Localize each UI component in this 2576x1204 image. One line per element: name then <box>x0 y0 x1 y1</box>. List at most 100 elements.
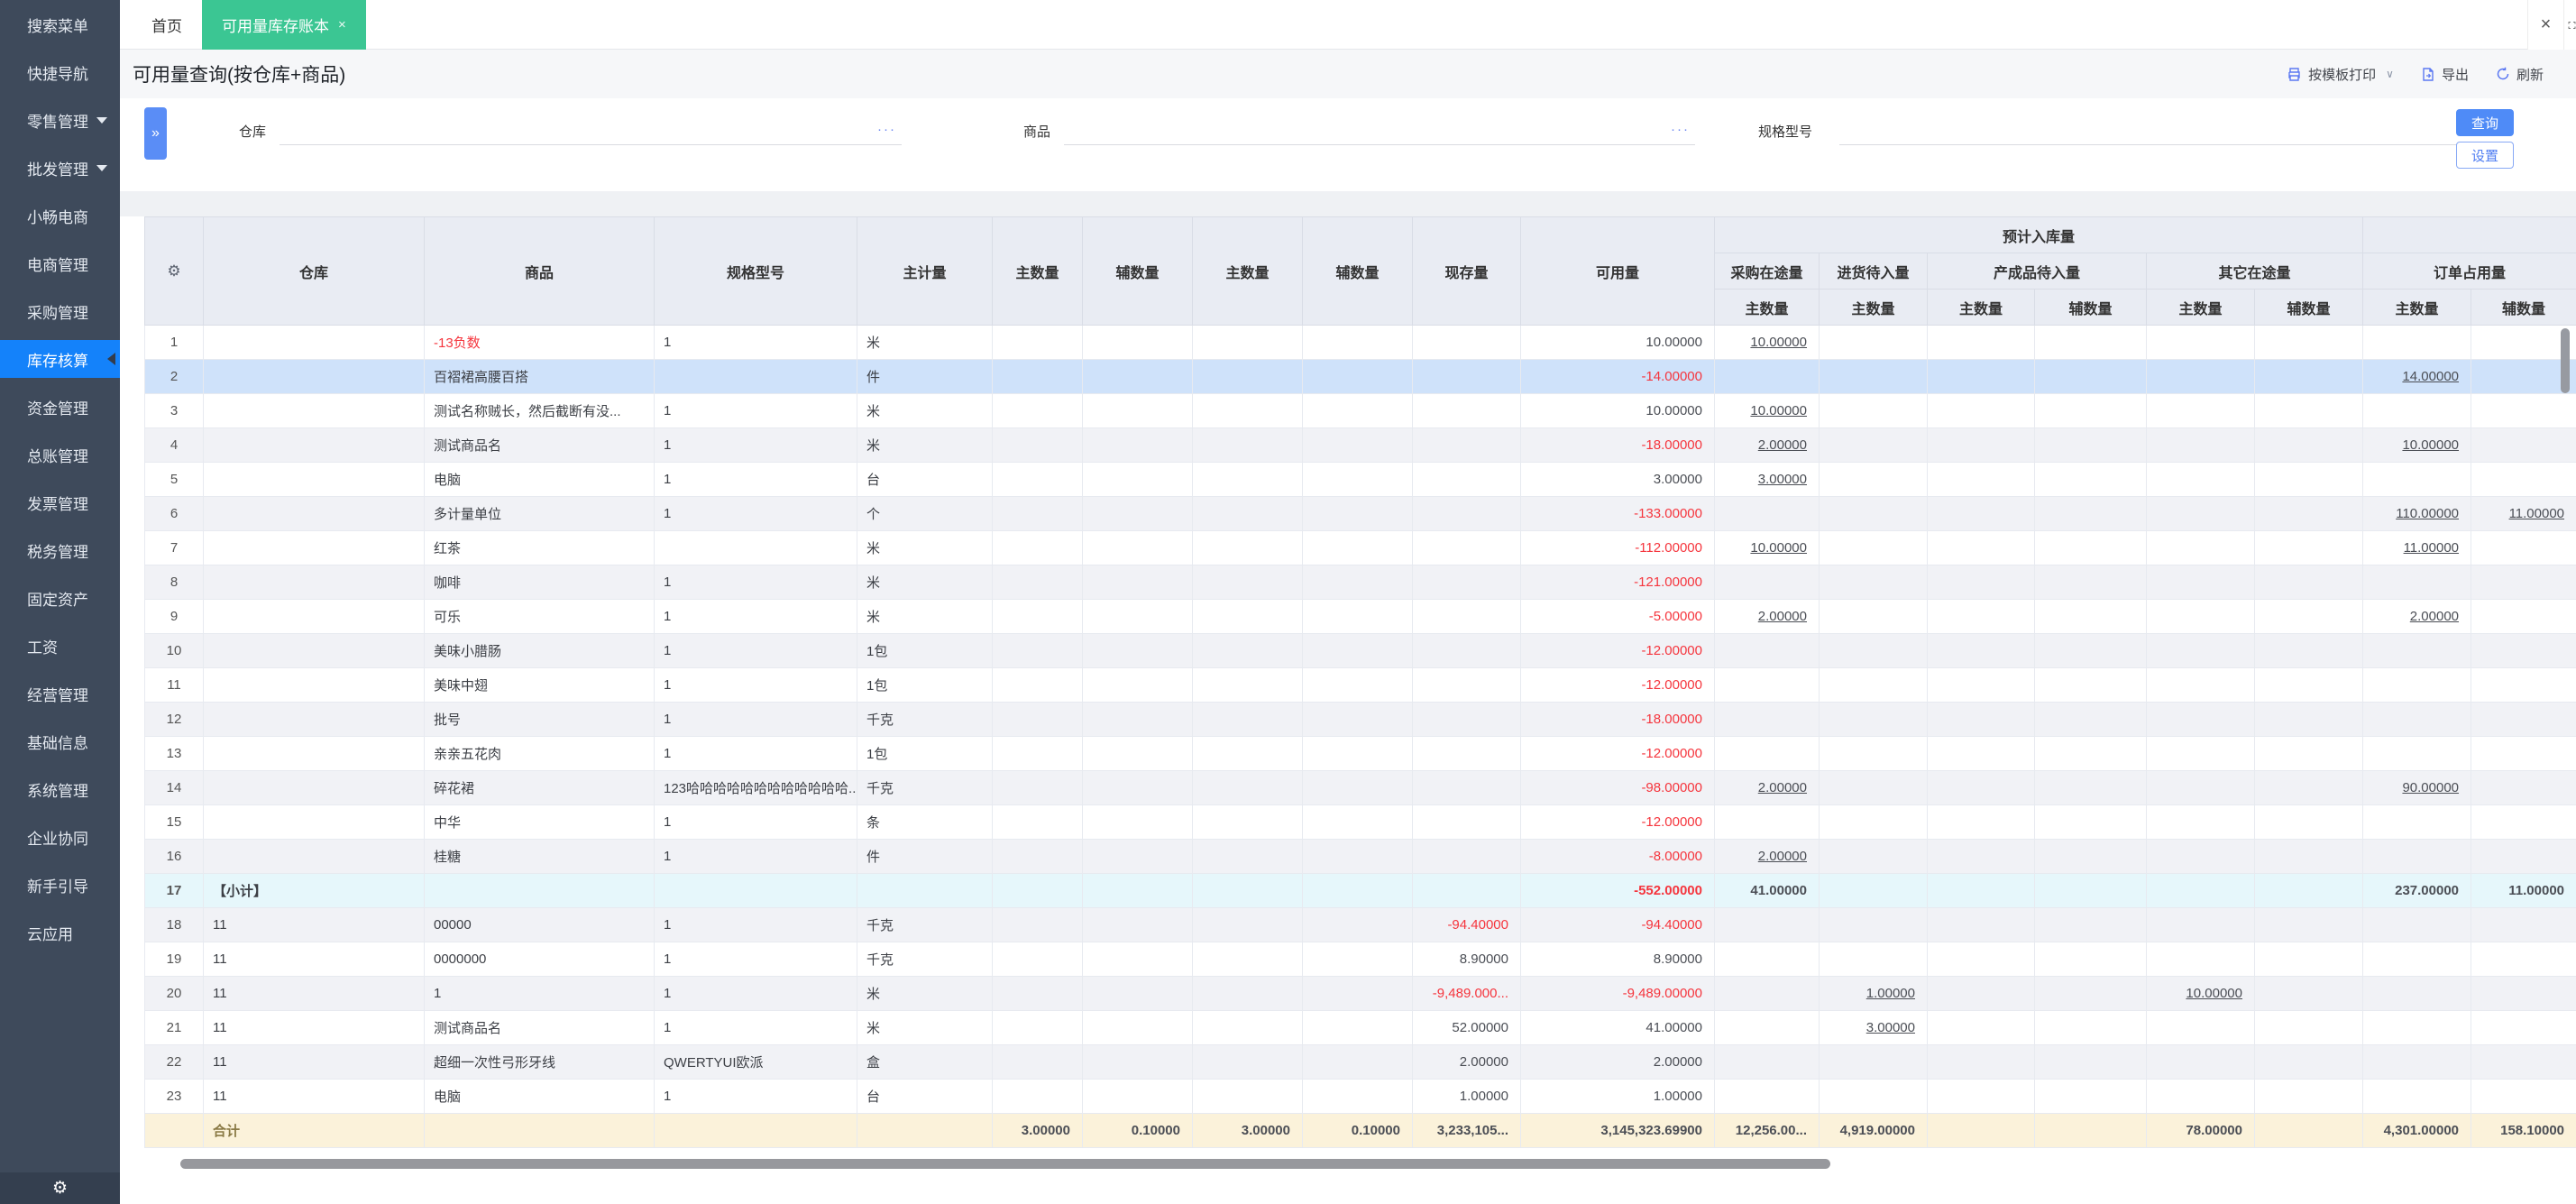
sidebar-item-资金管理[interactable]: 资金管理 <box>0 388 120 426</box>
cell-order-occupied-main-qty[interactable]: 10.00000 <box>2362 427 2472 463</box>
header-main-qty-1[interactable]: 主数量 <box>992 216 1083 326</box>
sidebar-item-税务管理[interactable]: 税务管理 <box>0 531 120 569</box>
product-filter-input[interactable]: ··· <box>1064 120 1695 145</box>
header-main-qty-2[interactable]: 主数量 <box>1192 216 1303 326</box>
table-row[interactable]: 21 11 测试商品名 1 米 52.00000 41.00000 3.00000 <box>144 1010 2576 1045</box>
product-picker-ellipsis[interactable]: ··· <box>1671 122 1690 137</box>
cell-incoming-pending-qty[interactable]: 1.00000 <box>1819 976 1928 1011</box>
tab-首页[interactable]: 首页 <box>132 0 202 50</box>
sidebar-item-工资[interactable]: 工资 <box>0 627 120 665</box>
header-incoming-pending[interactable]: 进货待入量 <box>1819 253 1928 290</box>
sidebar-item-云应用[interactable]: 云应用 <box>0 914 120 951</box>
print-by-template-button[interactable]: 按模板打印 ∨ <box>2287 65 2394 84</box>
header-other-transit-aux[interactable]: 辅数量 <box>2253 289 2364 326</box>
cell-purchase-transit-qty[interactable]: 10.00000 <box>1714 393 1820 428</box>
cell-incoming-pending-qty[interactable]: 3.00000 <box>1819 1010 1928 1045</box>
cell-order-occupied-main-qty[interactable]: 2.00000 <box>2362 599 2472 634</box>
sidebar-item-总账管理[interactable]: 总账管理 <box>0 436 120 473</box>
header-order-occupied-main[interactable]: 主数量 <box>2362 289 2472 326</box>
header-on-hand[interactable]: 现存量 <box>1412 216 1521 326</box>
warehouse-picker-ellipsis[interactable]: ··· <box>877 122 896 137</box>
header-purchase-transit-main[interactable]: 主数量 <box>1714 289 1820 326</box>
table-row[interactable]: 9 可乐 1 米 -5.00000 2.00000 2.00000 <box>144 599 2576 634</box>
cell-purchase-transit-qty[interactable]: 2.00000 <box>1714 770 1820 805</box>
cell-purchase-transit-qty[interactable]: 2.00000 <box>1714 427 1820 463</box>
sidebar-item-新手引导[interactable]: 新手引导 <box>0 866 120 904</box>
cell-order-occupied-main-qty[interactable]: 110.00000 <box>2362 496 2472 531</box>
table-row[interactable]: 6 多计量单位 1 个 -133.00000 110.00000 11.00000 <box>144 496 2576 531</box>
table-row[interactable]: 1 -13负数 1 米 10.00000 10.00000 <box>144 325 2576 360</box>
header-main-unit[interactable]: 主计量 <box>857 216 993 326</box>
sidebar-item-企业协同[interactable]: 企业协同 <box>0 818 120 856</box>
fullscreen-icon[interactable] <box>2563 0 2576 50</box>
table-row[interactable]: 18 11 00000 1 千克 -94.40000 -94.40000 <box>144 907 2576 942</box>
table-row[interactable]: 22 11 超细一次性弓形牙线 QWERTYUI欧派盒 2.00000 2.00000 <box>144 1044 2576 1080</box>
spec-filter-input[interactable] <box>1839 120 2502 145</box>
cell-order-occupied-main-qty[interactable]: 14.00000 <box>2362 359 2472 394</box>
table-row[interactable]: 14 碎花裙 123哈哈哈哈哈哈哈哈哈哈哈哈... 千克 -98.00000 2.0000… <box>144 770 2576 805</box>
table-row[interactable]: 16 桂糖 1 件 -8.00000 2.00000 <box>144 839 2576 874</box>
query-button[interactable]: 查询 <box>2456 109 2514 136</box>
table-row[interactable]: 23 11 电脑 1 台 1.00000 1.00000 <box>144 1079 2576 1114</box>
sidebar-item-零售管理[interactable]: 零售管理 <box>0 101 120 139</box>
chevron-down-icon[interactable]: ∨ <box>2386 68 2394 80</box>
settings-button[interactable]: 设置 <box>2456 142 2514 169</box>
subtotal-row[interactable]: 17 【小计】 -552.00000 41.00000 237.00000 11.0000… <box>144 873 2576 908</box>
table-row[interactable]: 12 批号 1 千克 -18.00000 <box>144 702 2576 737</box>
header-incoming-pending-main[interactable]: 主数量 <box>1819 289 1928 326</box>
sidebar-item-搜索菜单[interactable]: 搜索菜单 <box>0 5 120 43</box>
close-all-tabs-icon[interactable]: × <box>2527 0 2563 50</box>
sidebar-item-发票管理[interactable]: 发票管理 <box>0 483 120 521</box>
header-spec[interactable]: 规格型号 <box>654 216 857 326</box>
table-row[interactable]: 8 咖啡 1 米 -121.00000 <box>144 565 2576 600</box>
vertical-scrollbar-thumb[interactable] <box>2561 328 2570 393</box>
header-other-transit[interactable]: 其它在途量 <box>2145 253 2364 290</box>
table-row[interactable]: 11 美味中翅 1 1包 -12.00000 <box>144 667 2576 703</box>
sidebar-item-小畅电商[interactable]: 小畅电商 <box>0 197 120 234</box>
refresh-button[interactable]: 刷新 <box>2496 65 2544 84</box>
header-available[interactable]: 可用量 <box>1520 216 1715 326</box>
table-row[interactable]: 15 中华 1 条 -12.00000 <box>144 804 2576 840</box>
export-button[interactable]: 导出 <box>2421 65 2469 84</box>
close-tab-icon[interactable]: × <box>338 17 346 32</box>
cell-purchase-transit-qty[interactable]: 10.00000 <box>1714 530 1820 565</box>
column-settings-gear-icon[interactable]: ⚙ <box>167 262 180 280</box>
cell-purchase-transit-qty[interactable]: 3.00000 <box>1714 462 1820 497</box>
table-row[interactable]: 13 亲亲五花肉 1 1包 -12.00000 <box>144 736 2576 771</box>
warehouse-filter-input[interactable]: ··· <box>280 120 902 145</box>
sidebar-item-采购管理[interactable]: 采购管理 <box>0 292 120 330</box>
cell-order-occupied-aux-qty[interactable]: 11.00000 <box>2471 496 2576 531</box>
cell-purchase-transit-qty[interactable]: 2.00000 <box>1714 599 1820 634</box>
cell-other-transit-main-qty[interactable]: 10.00000 <box>2146 976 2255 1011</box>
header-order-occupied[interactable]: 订单占用量 <box>2362 253 2576 290</box>
header-product[interactable]: 商品 <box>424 216 655 326</box>
header-finished-pending-aux[interactable]: 辅数量 <box>2034 289 2147 326</box>
sidebar-item-电商管理[interactable]: 电商管理 <box>0 244 120 282</box>
gear-icon[interactable]: ⚙ <box>52 1178 68 1199</box>
cell-purchase-transit-qty[interactable]: 2.00000 <box>1714 839 1820 874</box>
table-row[interactable]: 20 11 1 1 米 -9,489.000... -9,489.00000 1.00000 1… <box>144 976 2576 1011</box>
sidebar-item-库存核算[interactable]: 库存核算 <box>0 340 120 378</box>
table-row[interactable]: 3 测试名称贼长，然后截断有没... 1 米 10.00000 10.00000 <box>144 393 2576 428</box>
header-aux-qty-1[interactable]: 辅数量 <box>1082 216 1193 326</box>
cell-purchase-transit-qty[interactable]: 10.00000 <box>1714 325 1820 360</box>
cell-order-occupied-main-qty[interactable]: 90.00000 <box>2362 770 2472 805</box>
header-aux-qty-2[interactable]: 辅数量 <box>1302 216 1413 326</box>
total-row[interactable]: 合计 3.00000 0.10000 3.00000 0.10000 3,233,105.… <box>144 1113 2576 1148</box>
header-purchase-transit[interactable]: 采购在途量 <box>1714 253 1820 290</box>
cell-order-occupied-main-qty[interactable]: 11.00000 <box>2362 530 2472 565</box>
sidebar-item-经营管理[interactable]: 经营管理 <box>0 675 120 712</box>
sidebar-item-快捷导航[interactable]: 快捷导航 <box>0 53 120 91</box>
sidebar-item-批发管理[interactable]: 批发管理 <box>0 149 120 187</box>
table-row[interactable]: 7 红茶 米 -112.00000 10.00000 11.00000 <box>144 530 2576 565</box>
tab-可用量库存账本[interactable]: 可用量库存账本 × <box>202 0 366 50</box>
header-other-transit-main[interactable]: 主数量 <box>2146 289 2255 326</box>
header-finished-pending-main[interactable]: 主数量 <box>1927 289 2035 326</box>
table-row[interactable]: 4 测试商品名 1 米 -18.00000 2.00000 10.00000 <box>144 427 2576 463</box>
header-order-occupied-aux[interactable]: 辅数量 <box>2471 289 2576 326</box>
horizontal-scrollbar-thumb[interactable] <box>180 1159 1830 1169</box>
table-row[interactable]: 19 11 0000000 1 千克 8.90000 8.90000 <box>144 942 2576 977</box>
table-row[interactable]: 10 美味小腊肠 1 1包 -12.00000 <box>144 633 2576 668</box>
header-finished-pending[interactable]: 产成品待入量 <box>1927 253 2147 290</box>
table-row[interactable]: 5 电脑 1 台 3.00000 3.00000 <box>144 462 2576 497</box>
